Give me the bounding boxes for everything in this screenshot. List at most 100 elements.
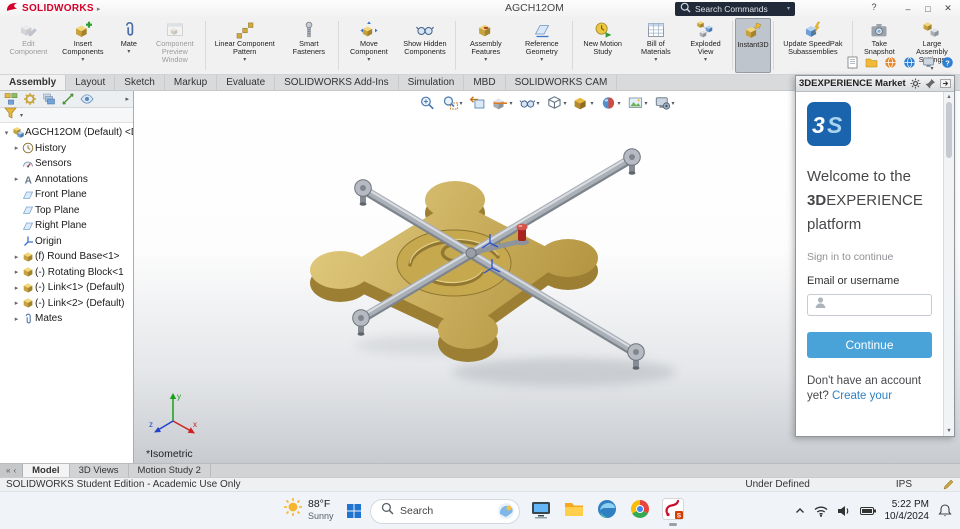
ribbon-button-update-speedpak-subassemblies[interactable]: Update SpeedPak Subassemblies [776, 18, 850, 73]
menu-caret-icon[interactable]: ▸ [97, 5, 101, 13]
tree-filter[interactable]: ▾ [0, 107, 133, 123]
search-scope-caret-icon[interactable]: ▾ [787, 5, 790, 12]
expand-arrow-icon[interactable]: ▸ [12, 268, 21, 276]
tree-item-rotating-block-1[interactable]: ▸ (-) Rotating Block<1 [0, 265, 133, 281]
tab-solidworks-cam[interactable]: SOLIDWORKS CAM [506, 75, 618, 90]
ribbon-button-insert-components[interactable]: Insert Components ▾ [55, 18, 111, 73]
tree-item-annotations[interactable]: ▸ A Annotations [0, 172, 133, 188]
bottom-tab-motion-study-2[interactable]: Motion Study 2 [129, 464, 211, 477]
expand-arrow-icon[interactable]: ▸ [12, 315, 21, 323]
chrome-icon[interactable] [627, 495, 653, 527]
ribbon-button-instant3d[interactable]: Instant3D [734, 18, 771, 73]
globe-blue-icon[interactable] [903, 56, 916, 69]
tab-evaluate[interactable]: Evaluate [217, 75, 276, 90]
featuremanager-tree-icon[interactable] [4, 92, 18, 106]
help-circle-icon[interactable]: ? [941, 56, 954, 69]
tree-item-sensors[interactable]: Sensors [0, 156, 133, 172]
configurationmanager-icon[interactable] [42, 92, 56, 106]
scene-button[interactable]: ▾ [626, 94, 650, 112]
close-button[interactable]: ✕ [938, 3, 958, 14]
previous-view-button[interactable] [467, 94, 487, 112]
view-orientation-button[interactable]: ▾ [572, 94, 596, 112]
tree-item-mates[interactable]: ▸ Mates [0, 311, 133, 327]
expand-arrow-icon[interactable]: ▸ [12, 175, 21, 183]
clock[interactable]: 5:22 PM 10/4/2024 [885, 499, 930, 523]
marketplace-scrollbar[interactable]: ▲ ▼ [943, 92, 954, 436]
minimize-button[interactable]: – [898, 4, 918, 14]
tab-scroll-left-single-icon[interactable]: ‹ [13, 466, 16, 475]
gear-icon[interactable] [910, 78, 921, 89]
continue-button[interactable]: Continue [807, 332, 932, 358]
expand-arrow-icon[interactable]: ▸ [12, 144, 21, 152]
tree-item-history[interactable]: ▸ History [0, 141, 133, 157]
scroll-down-arrow-icon[interactable]: ▼ [946, 428, 951, 434]
zoom-area-button[interactable]: ▾ [440, 94, 464, 112]
collapse-arrow-icon[interactable] [940, 78, 951, 89]
ribbon-button-bill-of-materials[interactable]: Bill of Materials ▾ [631, 18, 681, 73]
tree-item-origin[interactable]: Origin [0, 234, 133, 250]
expand-arrow-icon[interactable]: ▾ [2, 129, 11, 137]
tree-item-front-plane[interactable]: Front Plane [0, 187, 133, 203]
tree-item-link-1-default[interactable]: ▸ (-) Link<1> (Default) [0, 280, 133, 296]
tab-layout[interactable]: Layout [66, 75, 116, 90]
monitor-small-icon[interactable] [922, 56, 935, 69]
expand-arrow-icon[interactable]: ▸ [12, 299, 21, 307]
tree-item-f-round-base-1[interactable]: ▸ (f) Round Base<1> [0, 249, 133, 265]
hide-show-items-button[interactable]: ▾ [517, 94, 541, 112]
notebook-icon[interactable] [846, 56, 859, 69]
tab-scroll-buttons[interactable]: « ‹ [0, 464, 24, 477]
tree-item-right-plane[interactable]: Right Plane [0, 218, 133, 234]
display-style-button[interactable]: ▾ [544, 94, 568, 112]
notification-bell-icon[interactable] [938, 504, 952, 518]
volume-icon[interactable] [837, 505, 851, 517]
scroll-up-arrow-icon[interactable]: ▲ [946, 94, 951, 100]
email-input[interactable] [807, 294, 932, 316]
solidworks-menu[interactable]: SOLIDWORKS ▸ [0, 1, 100, 16]
tab-simulation[interactable]: Simulation [399, 75, 465, 90]
tab-mbd[interactable]: MBD [464, 75, 506, 90]
tab-scroll-left-icon[interactable]: « [6, 466, 10, 475]
ribbon-button-new-motion-study[interactable]: New Motion Study [575, 18, 631, 73]
ribbon-button-linear-component-pattern[interactable]: Linear Component Pattern ▾ [208, 18, 282, 73]
view-settings-button[interactable]: ▾ [653, 94, 677, 112]
panel-expand-arrow-icon[interactable]: ▸ [125, 95, 129, 103]
units-label[interactable]: IPS [896, 479, 912, 490]
folder-small-icon[interactable] [865, 56, 878, 69]
ribbon-button-smart-fasteners[interactable]: Smart Fasteners [282, 18, 336, 73]
help-button[interactable]: ? [866, 2, 882, 12]
battery-icon[interactable] [859, 506, 876, 516]
desktop-app-icon[interactable] [528, 495, 554, 527]
globe-orange-icon[interactable] [884, 56, 897, 69]
edge-icon[interactable] [594, 495, 620, 527]
taskbar-search[interactable]: Search [370, 498, 520, 524]
ribbon-button-reference-geometry[interactable]: Reference Geometry ▾ [514, 18, 570, 73]
section-view-button[interactable]: ▾ [490, 94, 514, 112]
windows-start-button[interactable] [346, 503, 362, 519]
tab-sketch[interactable]: Sketch [115, 75, 165, 90]
bottom-tab-model[interactable]: Model [23, 464, 70, 477]
maximize-button[interactable]: □ [918, 4, 938, 14]
ribbon-button-assembly-features[interactable]: Assembly Features ▾ [458, 18, 514, 73]
ribbon-button-exploded-view[interactable]: Exploded View ▾ [681, 18, 730, 73]
solidworks-app-icon[interactable]: S [660, 495, 686, 527]
create-account-link[interactable]: Create your [832, 390, 892, 402]
weather-widget[interactable]: 88°F Sunny [283, 497, 334, 522]
tree-item-top-plane[interactable]: Top Plane [0, 203, 133, 219]
ribbon-button-show-hidden-components[interactable]: Show Hidden Components [397, 18, 453, 73]
scrollbar-thumb[interactable] [946, 102, 952, 158]
bottom-tab-3d-views[interactable]: 3D Views [70, 464, 129, 477]
tab-solidworks-add-ins[interactable]: SOLIDWORKS Add-Ins [275, 75, 399, 90]
filter-caret-icon[interactable]: ▾ [20, 112, 23, 119]
file-explorer-icon[interactable] [561, 495, 587, 527]
expand-arrow-icon[interactable]: ▸ [12, 284, 21, 292]
tab-markup[interactable]: Markup [165, 75, 218, 90]
ribbon-button-move-component[interactable]: Move Component ▾ [341, 18, 397, 73]
ribbon-button-mate[interactable]: Mate ▾ [111, 18, 147, 73]
appearance-button[interactable]: ▾ [599, 94, 623, 112]
tab-assembly[interactable]: Assembly [0, 75, 67, 90]
expand-arrow-icon[interactable]: ▸ [12, 253, 21, 261]
wifi-icon[interactable] [814, 505, 828, 517]
propertymanager-icon[interactable] [23, 92, 37, 106]
pencil-icon[interactable] [942, 479, 954, 491]
tree-item-agch12om-default-d[interactable]: ▾ AGCH12OM (Default) <D [0, 125, 133, 141]
